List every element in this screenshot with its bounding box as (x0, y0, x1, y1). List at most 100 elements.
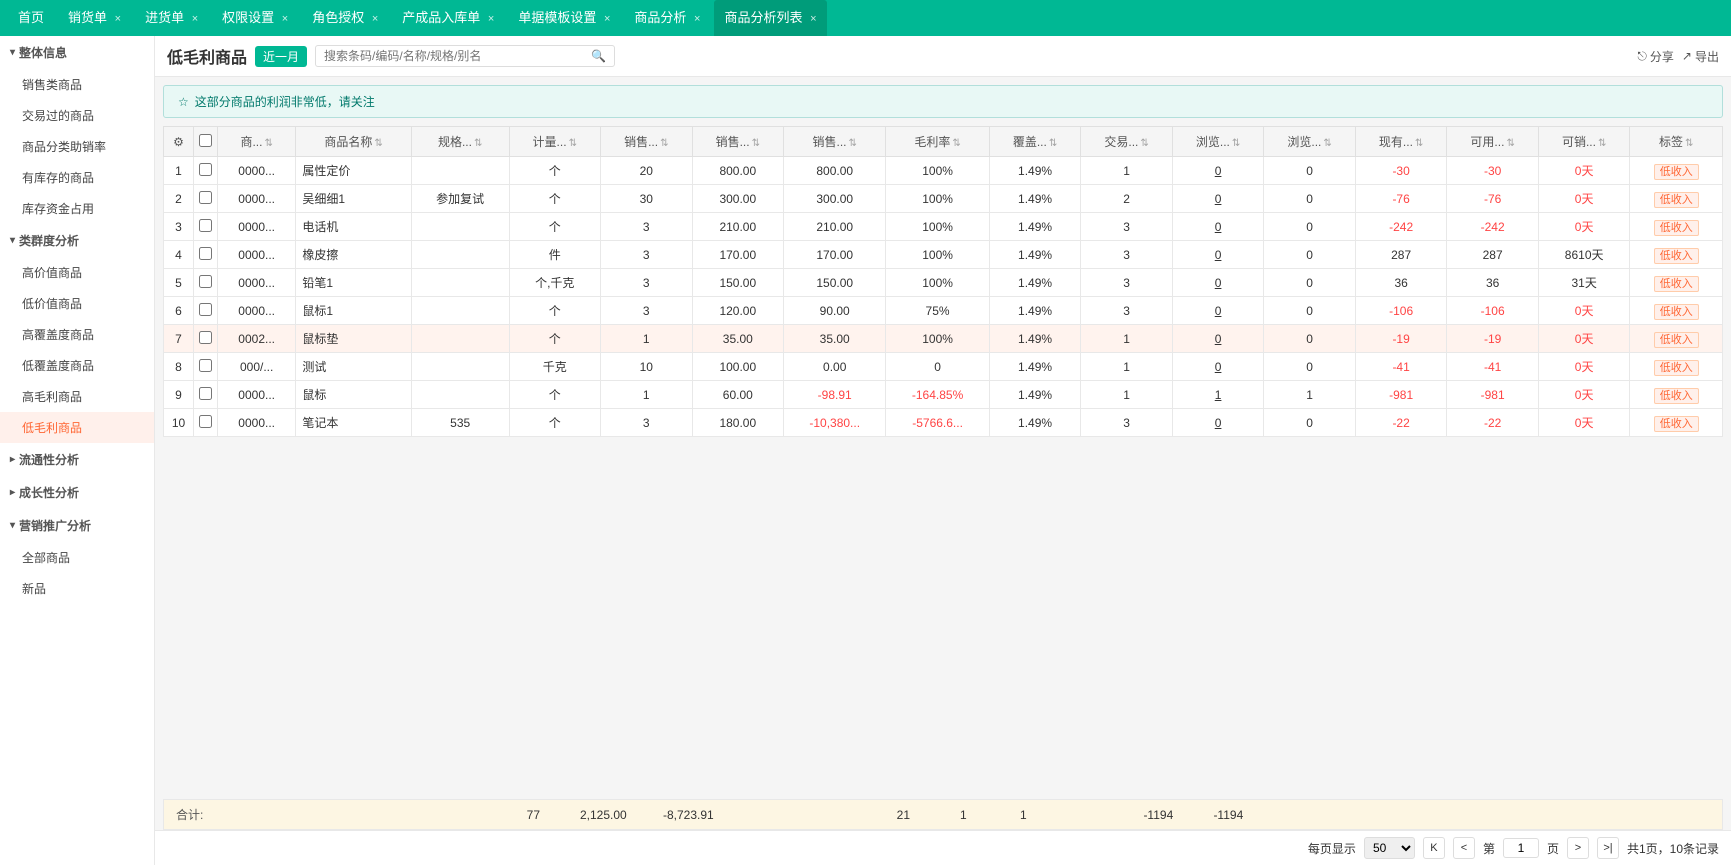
row-checkbox[interactable] (194, 297, 218, 325)
col-current[interactable]: 现有...⇅ (1355, 127, 1447, 157)
row-view1[interactable]: 0 (1172, 325, 1264, 353)
table-row[interactable]: 7 0002... 鼠标垫 个 1 35.00 35.00 100% 1.49%… (164, 325, 1723, 353)
row-checkbox[interactable] (194, 269, 218, 297)
sidebar-item-capital[interactable]: 库存资金占用 (0, 193, 154, 224)
table-row[interactable]: 5 0000... 铅笔1 个,千克 3 150.00 150.00 100% … (164, 269, 1723, 297)
nav-permission[interactable]: 权限设置 × (212, 0, 298, 36)
row-view1[interactable]: 0 (1172, 241, 1264, 269)
nav-home[interactable]: 首页 (8, 0, 54, 36)
col-sales-amount[interactable]: 销售...⇅ (784, 127, 886, 157)
row-select-checkbox[interactable] (199, 359, 212, 372)
table-row[interactable]: 1 0000... 属性定价 个 20 800.00 800.00 100% 1… (164, 157, 1723, 185)
nav-product-analysis[interactable]: 商品分析 × (624, 0, 710, 36)
col-unit[interactable]: 计量...⇅ (509, 127, 601, 157)
col-available[interactable]: 可用...⇅ (1447, 127, 1539, 157)
table-container[interactable]: ⚙ 商...⇅ 商品名称⇅ 规格...⇅ 计量...⇅ 销售...⇅ 销售...… (163, 126, 1723, 799)
nav-role[interactable]: 角色授权 × (302, 0, 388, 36)
close-icon[interactable]: × (694, 13, 700, 25)
row-select-checkbox[interactable] (199, 247, 212, 260)
sidebar-item-low-coverage[interactable]: 低覆盖度商品 (0, 350, 154, 381)
per-page-select[interactable]: 50 100 200 (1364, 837, 1415, 859)
nav-purchase[interactable]: 进货单 × (135, 0, 208, 36)
sidebar-item-new-products[interactable]: 新品 (0, 573, 154, 604)
page-number-input[interactable] (1503, 838, 1539, 858)
row-view1[interactable]: 0 (1172, 269, 1264, 297)
col-sales-price[interactable]: 销售...⇅ (692, 127, 784, 157)
col-coverage[interactable]: 覆盖...⇅ (989, 127, 1081, 157)
sidebar-item-high-margin[interactable]: 高毛利商品 (0, 381, 154, 412)
date-badge[interactable]: 近一月 (255, 46, 307, 67)
row-checkbox[interactable] (194, 157, 218, 185)
row-checkbox[interactable] (194, 325, 218, 353)
col-code[interactable]: 商...⇅ (218, 127, 296, 157)
close-icon[interactable]: × (372, 13, 378, 25)
close-icon[interactable]: × (604, 13, 610, 25)
col-view2[interactable]: 浏览...⇅ (1264, 127, 1356, 157)
next-page-button[interactable]: > (1567, 837, 1589, 859)
sidebar-group-overall[interactable]: ▾ 整体信息 (0, 36, 154, 69)
row-checkbox[interactable] (194, 409, 218, 437)
table-row[interactable]: 8 000/... 测试 千克 10 100.00 0.00 0 1.49% 1… (164, 353, 1723, 381)
row-checkbox[interactable] (194, 241, 218, 269)
nav-template[interactable]: 单据模板设置 × (508, 0, 620, 36)
col-margin[interactable]: 毛利率⇅ (886, 127, 989, 157)
sidebar-item-high-value[interactable]: 高价值商品 (0, 257, 154, 288)
sidebar-group-marketing[interactable]: ▾ 营销推广分析 (0, 509, 154, 542)
col-saleable[interactable]: 可销...⇅ (1538, 127, 1630, 157)
row-select-checkbox[interactable] (199, 331, 212, 344)
col-sales-qty[interactable]: 销售...⇅ (601, 127, 693, 157)
sidebar-item-high-coverage[interactable]: 高覆盖度商品 (0, 319, 154, 350)
col-settings[interactable]: ⚙ (164, 127, 194, 157)
row-select-checkbox[interactable] (199, 163, 212, 176)
row-checkbox[interactable] (194, 381, 218, 409)
row-select-checkbox[interactable] (199, 387, 212, 400)
row-view1[interactable]: 1 (1172, 381, 1264, 409)
col-checkbox[interactable] (194, 127, 218, 157)
table-row[interactable]: 4 0000... 橡皮擦 件 3 170.00 170.00 100% 1.4… (164, 241, 1723, 269)
col-name[interactable]: 商品名称⇅ (296, 127, 412, 157)
sidebar-group-growth[interactable]: ▸ 成长性分析 (0, 476, 154, 509)
table-row[interactable]: 9 0000... 鼠标 个 1 60.00 -98.91 -164.85% 1… (164, 381, 1723, 409)
close-icon[interactable]: × (115, 13, 121, 25)
col-trade[interactable]: 交易...⇅ (1081, 127, 1173, 157)
nav-sales[interactable]: 销货单 × (58, 0, 131, 36)
search-input[interactable] (324, 49, 587, 63)
sidebar-item-sales-products[interactable]: 销售类商品 (0, 69, 154, 100)
export-button[interactable]: ↗ 导出 (1682, 48, 1719, 65)
row-view1[interactable]: 0 (1172, 297, 1264, 325)
sidebar-item-in-stock[interactable]: 有库存的商品 (0, 162, 154, 193)
row-view1[interactable]: 0 (1172, 409, 1264, 437)
row-select-checkbox[interactable] (199, 191, 212, 204)
select-all-checkbox[interactable] (199, 134, 212, 147)
table-row[interactable]: 2 0000... 吴细细1 参加复试 个 30 300.00 300.00 1… (164, 185, 1723, 213)
close-icon[interactable]: × (810, 13, 816, 25)
row-view1[interactable]: 0 (1172, 213, 1264, 241)
row-view1[interactable]: 0 (1172, 353, 1264, 381)
row-checkbox[interactable] (194, 185, 218, 213)
last-page-button[interactable]: >| (1597, 837, 1619, 859)
search-box[interactable]: 🔍 (315, 45, 615, 67)
row-select-checkbox[interactable] (199, 415, 212, 428)
row-select-checkbox[interactable] (199, 303, 212, 316)
row-checkbox[interactable] (194, 213, 218, 241)
sidebar-item-all-products[interactable]: 全部商品 (0, 542, 154, 573)
table-row[interactable]: 10 0000... 笔记本 535 个 3 180.00 -10,380...… (164, 409, 1723, 437)
share-button[interactable]: ⎋ 分享 (1637, 48, 1674, 65)
table-row[interactable]: 6 0000... 鼠标1 个 3 120.00 90.00 75% 1.49%… (164, 297, 1723, 325)
close-icon[interactable]: × (282, 13, 288, 25)
close-icon[interactable]: × (192, 13, 198, 25)
row-select-checkbox[interactable] (199, 219, 212, 232)
prev-page-button[interactable]: < (1453, 837, 1475, 859)
row-select-checkbox[interactable] (199, 275, 212, 288)
first-page-button[interactable]: K (1423, 837, 1445, 859)
col-tag[interactable]: 标签⇅ (1630, 127, 1723, 157)
table-row[interactable]: 3 0000... 电话机 个 3 210.00 210.00 100% 1.4… (164, 213, 1723, 241)
row-checkbox[interactable] (194, 353, 218, 381)
sidebar-group-cluster[interactable]: ▾ 类群度分析 (0, 224, 154, 257)
sidebar-item-category-rate[interactable]: 商品分类助销率 (0, 131, 154, 162)
nav-product-entry[interactable]: 产成品入库单 × (392, 0, 504, 36)
col-spec[interactable]: 规格...⇅ (411, 127, 509, 157)
nav-product-analysis-list[interactable]: 商品分析列表 × (714, 0, 826, 36)
close-icon[interactable]: × (488, 13, 494, 25)
sidebar-group-liquidity[interactable]: ▸ 流通性分析 (0, 443, 154, 476)
